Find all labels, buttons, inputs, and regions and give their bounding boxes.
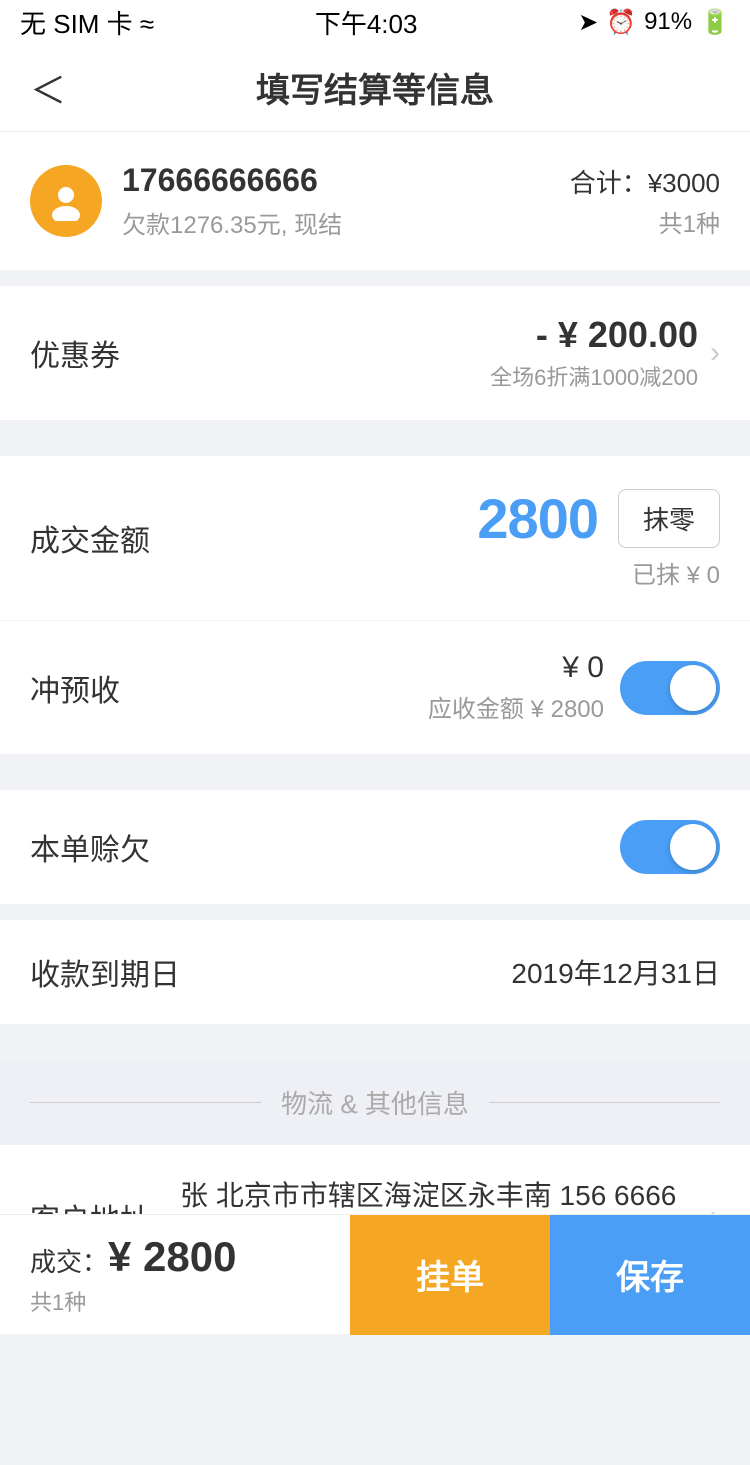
coupon-label: 优惠券	[30, 331, 120, 375]
pre-amount-sub: 应收金额 ¥ 2800	[428, 689, 604, 724]
bottom-deal-row: 成交：¥ 2800	[30, 1233, 320, 1281]
deal-amount-section: 成交金额 2800 抹零 已抹 ¥ 0 冲预收 ¥ 0 应收金额 ¥ 2800	[0, 456, 750, 754]
status-left: 无 SIM 卡 ≈	[20, 4, 154, 41]
bottom-count: 共1种	[30, 1285, 320, 1317]
pre-amount-value: ¥ 0	[428, 651, 604, 685]
customer-card: 17666666666 欠款1276.35元, 现结 合计：¥3000 共1种	[0, 132, 750, 270]
credit-section: 本单赊欠	[0, 790, 750, 904]
logistics-label: 物流 & 其他信息	[281, 1084, 469, 1121]
pre-receive-toggle[interactable]	[620, 661, 720, 715]
back-button[interactable]: ＜	[30, 62, 66, 114]
pre-receive-right: ¥ 0 应收金额 ¥ 2800	[428, 651, 720, 724]
deal-amount-value: 2800	[477, 486, 598, 551]
coupon-row[interactable]: 优惠券 - ¥ 200.00 全场6折满1000减200 ›	[0, 286, 750, 420]
due-date-value: 2019年12月31日	[511, 952, 720, 992]
sep-line-left	[30, 1102, 261, 1103]
section-divider-1	[0, 436, 750, 456]
customer-left: 17666666666 欠款1276.35元, 现结	[30, 162, 342, 240]
bottom-deal-label: 成交：	[30, 1247, 108, 1277]
pre-amount-info: ¥ 0 应收金额 ¥ 2800	[428, 651, 604, 724]
bottom-info: 成交：¥ 2800 共1种	[0, 1233, 350, 1317]
round-zero-button[interactable]: 抹零	[618, 489, 720, 548]
nav-bar: ＜ 填写结算等信息	[0, 44, 750, 132]
chevron-right-icon: ›	[710, 336, 720, 370]
sim-indicator: 无 SIM 卡 ≈	[20, 4, 154, 41]
credit-label: 本单赊欠	[30, 825, 150, 869]
credit-row: 本单赊欠	[0, 790, 750, 904]
battery-icon: 🔋	[700, 8, 730, 37]
credit-toggle[interactable]	[620, 820, 720, 874]
coupon-discount: - ¥ 200.00	[490, 314, 698, 356]
deal-amount-row: 成交金额 2800 抹零 已抹 ¥ 0	[0, 456, 750, 621]
hold-button[interactable]: 挂单	[350, 1215, 550, 1335]
coupon-desc: 全场6折满1000减200	[490, 360, 698, 392]
alarm-icon: ⏰	[606, 8, 636, 37]
deal-amount-value-row: 2800 抹零	[477, 486, 720, 551]
location-icon: ➤	[578, 8, 598, 37]
avatar	[30, 165, 102, 237]
customer-info: 17666666666 欠款1276.35元, 现结	[122, 162, 342, 240]
date-section: 收款到期日 2019年12月31日	[0, 920, 750, 1024]
coupon-right: - ¥ 200.00 全场6折满1000减200 ›	[490, 314, 720, 392]
section-divider-2	[0, 770, 750, 790]
pre-receive-row: 冲预收 ¥ 0 应收金额 ¥ 2800	[0, 621, 750, 754]
customer-total: 合计：¥3000 共1种	[570, 163, 720, 239]
page-title: 填写结算等信息	[256, 63, 494, 112]
battery-level: 91%	[644, 8, 692, 36]
bottom-bar: 成交：¥ 2800 共1种 挂单 保存	[0, 1214, 750, 1334]
status-bar: 无 SIM 卡 ≈ 下午4:03 ➤ ⏰ 91% 🔋	[0, 0, 750, 44]
logistics-separator: 物流 & 其他信息	[0, 1060, 750, 1145]
status-right: ➤ ⏰ 91% 🔋	[578, 8, 730, 37]
sep-line-right	[489, 1102, 720, 1103]
pre-receive-label: 冲预收	[30, 666, 120, 710]
save-button[interactable]: 保存	[550, 1215, 750, 1335]
deal-amount-label: 成交金额	[30, 516, 150, 560]
status-time: 下午4:03	[315, 4, 418, 41]
section-divider-3	[0, 1040, 750, 1060]
due-date-row: 收款到期日 2019年12月31日	[0, 920, 750, 1024]
bottom-deal-amount: ¥ 2800	[108, 1233, 236, 1280]
total-amount: 合计：¥3000	[570, 163, 720, 200]
customer-phone: 17666666666	[122, 162, 342, 199]
total-count: 共1种	[570, 204, 720, 239]
due-date-label: 收款到期日	[30, 950, 180, 994]
customer-debt: 欠款1276.35元, 现结	[122, 205, 342, 240]
deal-amount-sub: 已抹 ¥ 0	[477, 555, 720, 590]
